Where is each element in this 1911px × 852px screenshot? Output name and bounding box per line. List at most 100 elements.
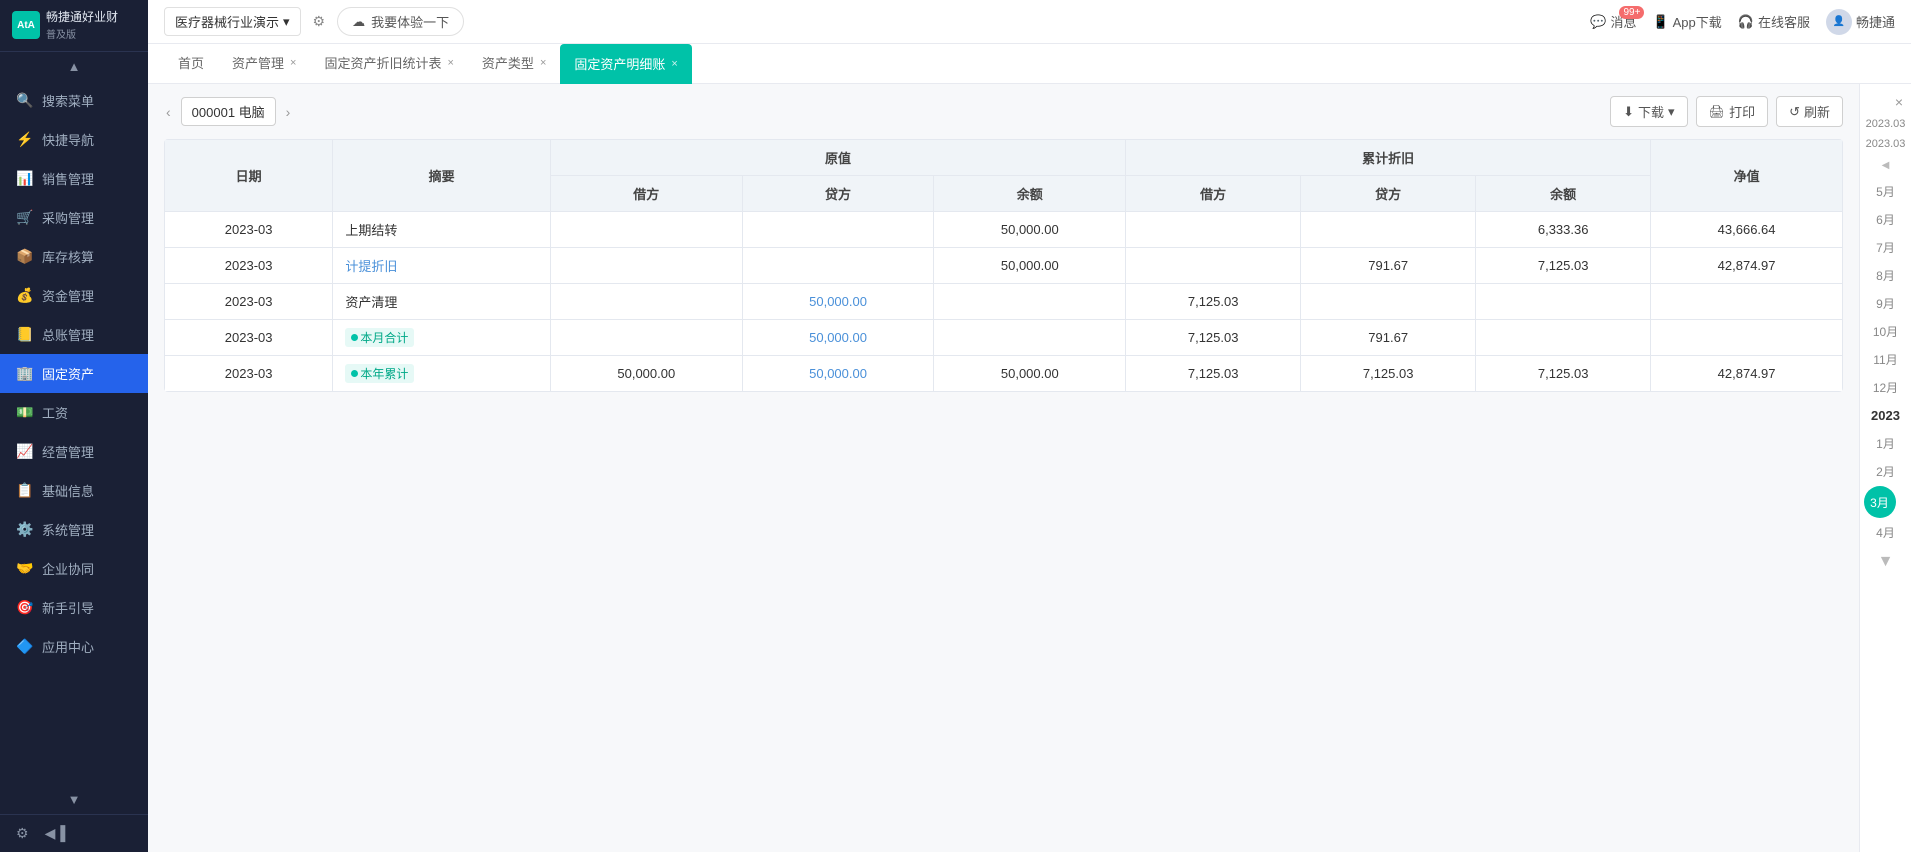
panel-collapse-icon[interactable]: ◀ <box>1876 154 1896 177</box>
sidebar-item-apps[interactable]: 🔷应用中心 <box>0 627 148 666</box>
sidebar-item-quick-nav[interactable]: ⚡快捷导航 <box>0 120 148 159</box>
sidebar-item-label: 销售管理 <box>42 169 94 188</box>
cell-accum-credit <box>1301 284 1476 320</box>
sidebar-scroll-up[interactable]: ▲ <box>68 56 81 77</box>
content-area: ‹ 000001 电脑 › ⬇ 下载 ▾ 🖨 打印 ↺ 刷新 <box>148 84 1911 852</box>
col-net-value: 净值 <box>1651 140 1843 212</box>
print-btn[interactable]: 🖨 打印 <box>1696 96 1769 127</box>
sidebar-item-ledger[interactable]: 📒总账管理 <box>0 315 148 354</box>
sidebar-scroll-down[interactable]: ▼ <box>68 789 81 810</box>
panel-month-12月[interactable]: 12月 <box>1864 374 1908 401</box>
experience-icon: ☁ <box>352 14 365 30</box>
refresh-label: 刷新 <box>1804 102 1830 121</box>
cell-accum-debit: 7,125.03 <box>1126 284 1301 320</box>
sidebar: AtA 畅捷通好业财 普及版 ▲ 🔍搜索菜单⚡快捷导航 📊 销售管理 🛒采购管理📦库存… <box>0 0 148 852</box>
cell-orig-balance: 50,000.00 <box>934 248 1126 284</box>
sidebar-item-finance[interactable]: 💰资金管理 <box>0 276 148 315</box>
panel-month-8月[interactable]: 8月 <box>1864 262 1908 289</box>
panel-close-btn[interactable]: × <box>1891 90 1907 114</box>
collapse-sidebar-icon[interactable]: ◀▐ <box>45 825 66 842</box>
cell-accum-debit <box>1126 212 1301 248</box>
sidebar-item-guide[interactable]: 🎯新手引导 <box>0 588 148 627</box>
cell-accum-balance: 7,125.03 <box>1476 248 1651 284</box>
messages-btn[interactable]: 💬 消息 99+ <box>1590 12 1636 31</box>
experience-btn[interactable]: ☁ 我要体验一下 <box>337 7 464 36</box>
tab-asset-types[interactable]: 资产类型 × <box>468 44 560 84</box>
tab-asset-mgmt-close[interactable]: × <box>290 57 296 69</box>
tab-asset-detail-close[interactable]: × <box>671 58 677 70</box>
tab-depreciation-stats-close[interactable]: × <box>447 57 453 69</box>
cell-orig-debit <box>550 284 742 320</box>
tab-asset-mgmt[interactable]: 资产管理 × <box>218 44 310 84</box>
download-btn[interactable]: 📱 App下载 <box>1652 12 1721 31</box>
user-btn[interactable]: 👤 畅捷通 <box>1826 9 1895 35</box>
prev-asset-btn[interactable]: ‹ <box>164 102 173 122</box>
panel-month-9月[interactable]: 9月 <box>1864 290 1908 317</box>
col-orig-debit: 借方 <box>550 176 742 212</box>
sidebar-item-inventory[interactable]: 📦库存核算 <box>0 237 148 276</box>
cell-accum-balance: 6,333.36 <box>1476 212 1651 248</box>
cell-accum-credit: 791.67 <box>1301 248 1476 284</box>
col-date: 日期 <box>165 140 333 212</box>
experience-label: 我要体验一下 <box>371 12 449 31</box>
sidebar-item-purchase[interactable]: 🛒采购管理 <box>0 198 148 237</box>
sidebar-item-basic-info[interactable]: 📋基础信息 <box>0 471 148 510</box>
panel-month-10月[interactable]: 10月 <box>1864 318 1908 345</box>
tab-asset-types-close[interactable]: × <box>540 57 546 69</box>
messages-icon: 💬 <box>1590 14 1606 30</box>
settings-icon[interactable]: ⚙ <box>16 825 29 842</box>
settings-gear-icon[interactable]: ⚙ <box>313 13 326 30</box>
current-asset-label: 000001 电脑 <box>181 97 276 126</box>
sidebar-item-search[interactable]: 🔍搜索菜单 <box>0 81 148 120</box>
tab-home[interactable]: 首页 <box>164 44 218 84</box>
sales-icon: 📊 <box>16 170 34 187</box>
sidebar-nav: 🔍搜索菜单⚡快捷导航 📊 销售管理 🛒采购管理📦库存核算💰资金管理📒总账管理🏢固定资产… <box>0 81 148 785</box>
summary-text: 计提折旧 <box>345 259 397 274</box>
col-accum-balance: 余额 <box>1476 176 1651 212</box>
cell-accum-balance <box>1476 320 1651 356</box>
cell-accum-credit <box>1301 212 1476 248</box>
panel-down-arrow[interactable]: ▼ <box>1864 548 1908 576</box>
sidebar-item-system[interactable]: ⚙️ 系统管理 <box>0 510 148 549</box>
panel-month-1月[interactable]: 1月 <box>1864 430 1908 457</box>
logo: AtA 畅捷通好业财 普及版 <box>0 0 148 52</box>
sidebar-item-salary[interactable]: 💵工资 <box>0 393 148 432</box>
cell-date: 2023-03 <box>165 284 333 320</box>
company-selector[interactable]: 医疗器械行业演示 ▾ <box>164 7 301 36</box>
tab-bar: 首页 资产管理 × 固定资产折旧统计表 × 资产类型 × 固定资产明细账 × <box>148 44 1911 84</box>
service-btn[interactable]: 🎧 在线客服 <box>1738 12 1810 31</box>
sidebar-item-sales[interactable]: 📊 销售管理 <box>0 159 148 198</box>
col-orig-balance: 余额 <box>934 176 1126 212</box>
sidebar-item-operations[interactable]: 📈经营管理 <box>0 432 148 471</box>
sidebar-item-fixed-assets[interactable]: 🏢固定资产 <box>0 354 148 393</box>
summary-text: 上期结转 <box>345 223 397 238</box>
sidebar-item-label: 经营管理 <box>42 442 94 461</box>
panel-month-7月[interactable]: 7月 <box>1864 234 1908 261</box>
cell-orig-credit: 50,000.00 <box>742 356 934 392</box>
tab-depreciation-stats[interactable]: 固定资产折旧统计表 × <box>310 44 467 84</box>
panel-month-3月[interactable]: 3月 <box>1864 486 1896 518</box>
sidebar-item-enterprise[interactable]: 🤝企业协同 <box>0 549 148 588</box>
topbar: 医疗器械行业演示 ▾ ⚙ ☁ 我要体验一下 💬 消息 99+ 📱 App下载 🎧… <box>148 0 1911 44</box>
inventory-icon: 📦 <box>16 248 34 265</box>
refresh-btn[interactable]: ↺ 刷新 <box>1776 96 1843 127</box>
tab-home-label: 首页 <box>178 53 204 72</box>
logo-name: 畅捷通好业财 <box>46 10 118 26</box>
panel-month-4月[interactable]: 4月 <box>1864 519 1908 546</box>
download-btn[interactable]: ⬇ 下载 ▾ <box>1610 96 1687 127</box>
sidebar-item-label: 系统管理 <box>42 520 94 539</box>
panel-month-5月[interactable]: 5月 <box>1864 178 1908 205</box>
asset-nav-actions: ⬇ 下载 ▾ 🖨 打印 ↺ 刷新 <box>1610 96 1843 127</box>
logo-icon: AtA <box>12 11 40 39</box>
next-asset-btn[interactable]: › <box>284 102 293 122</box>
summary-text: 资产清理 <box>345 295 397 310</box>
panel-month-11月[interactable]: 11月 <box>1864 346 1908 373</box>
tab-asset-detail[interactable]: 固定资产明细账 × <box>560 44 691 84</box>
guide-icon: 🎯 <box>16 599 34 616</box>
system-icon: ⚙️ <box>16 521 34 538</box>
panel-month-6月[interactable]: 6月 <box>1864 206 1908 233</box>
panel-month-2月[interactable]: 2月 <box>1864 458 1908 485</box>
service-icon: 🎧 <box>1738 14 1754 30</box>
user-avatar: 👤 <box>1826 9 1852 35</box>
tab-asset-types-label: 资产类型 <box>482 53 534 72</box>
